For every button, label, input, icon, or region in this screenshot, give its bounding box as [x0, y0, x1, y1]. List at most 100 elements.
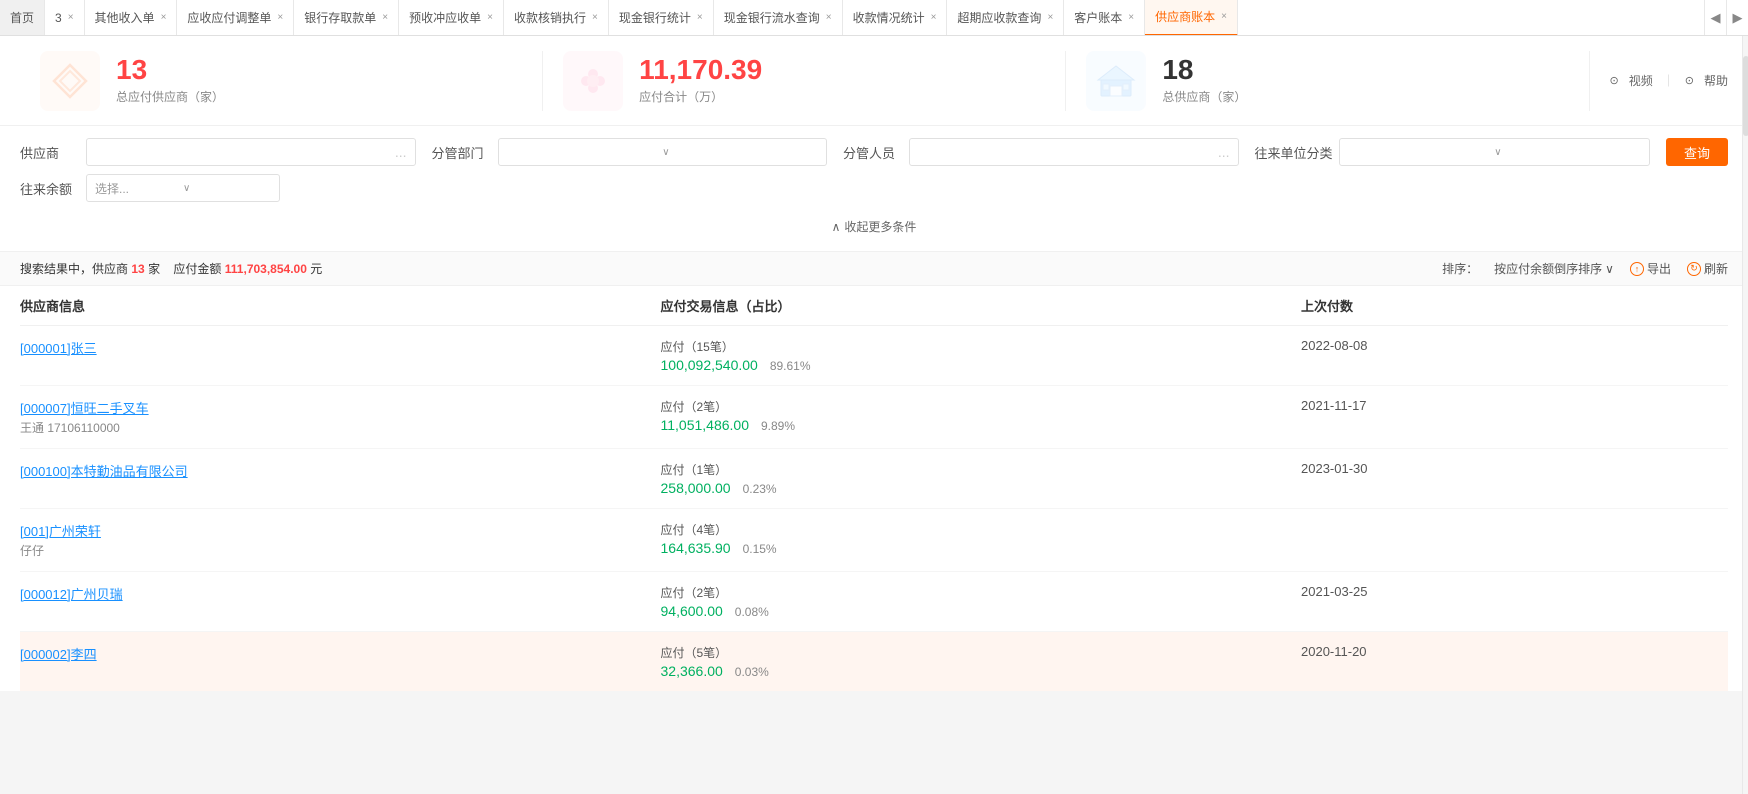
supplier-name-3[interactable]: [001]广州荣轩 — [20, 521, 661, 540]
nav-tab-bank-deposit[interactable]: 银行存取款单 × — [294, 0, 399, 36]
nav-tab-payable-adjust[interactable]: 应收应付调整单 × — [177, 0, 294, 36]
close-icon[interactable]: × — [592, 12, 598, 23]
trans-amount-5[interactable]: 32,366.00 — [661, 663, 723, 679]
trans-label-0: 应付（15笔） — [661, 338, 1302, 355]
stat-content-payable: 13 总应付供应商（家） — [116, 56, 224, 105]
help-label[interactable]: 帮助 — [1704, 72, 1728, 89]
nav-tab-cash-bank-stat[interactable]: 现金银行统计 × — [609, 0, 714, 36]
trans-amount-0[interactable]: 100,092,540.00 — [661, 357, 758, 373]
nav-tab-overdue-query[interactable]: 超期应收款查询 × — [947, 0, 1064, 36]
search-button[interactable]: 查询 — [1666, 138, 1728, 166]
col-header-lastpay: 上次付数 — [1301, 296, 1728, 315]
payable-total-label: 应付合计（万） — [639, 88, 762, 105]
last-pay-5: 2020-11-20 — [1301, 644, 1728, 659]
supplier-dots-icon[interactable]: ... — [395, 144, 407, 160]
close-icon[interactable]: × — [277, 12, 283, 23]
trans-amount-4[interactable]: 94,600.00 — [661, 603, 723, 619]
nav-tab-other-income[interactable]: 其他收入单 × — [85, 0, 178, 36]
close-icon[interactable]: × — [697, 12, 703, 23]
scrollbar-thumb[interactable] — [1743, 56, 1748, 136]
supplier-name-5[interactable]: [000002]李四 — [20, 644, 661, 663]
nav-tab-collect-exec[interactable]: 收款核销执行 × — [504, 0, 609, 36]
dept-label: 分管部门 — [432, 143, 492, 162]
person-dots-icon[interactable]: ... — [1218, 144, 1230, 160]
supplier-name-2[interactable]: [000100]本特勤油品有限公司 — [20, 461, 661, 480]
nav-arrow-left[interactable]: ◀ — [1704, 0, 1726, 36]
balance-arrow-icon: ∨ — [183, 183, 271, 194]
help-icon: ⊙ — [1685, 74, 1694, 87]
result-amount-unit: 元 — [310, 262, 322, 276]
last-pay-1: 2021-11-17 — [1301, 398, 1728, 413]
nav-arrow-right[interactable]: ▶ — [1726, 0, 1748, 36]
search-row-1: 供应商 ... 分管部门 ∨ 分管人员 ... 往来单位分类 ∨ — [20, 138, 1728, 166]
nav-tab-home[interactable]: 首页 — [0, 0, 45, 36]
result-amount: 111,703,854.00 — [225, 262, 307, 276]
result-count: 13 — [131, 262, 144, 276]
close-icon[interactable]: × — [1128, 12, 1134, 23]
person-input-wrap[interactable]: ... — [909, 138, 1239, 166]
close-icon[interactable]: × — [161, 12, 167, 23]
supplier-info-5: [000002]李四 — [20, 644, 661, 663]
category-select[interactable]: ∨ — [1339, 138, 1650, 166]
trans-label-5: 应付（5笔） — [661, 644, 1302, 661]
close-icon[interactable]: × — [1047, 12, 1053, 23]
supplier-input[interactable] — [95, 145, 395, 159]
stats-bar: 13 总应付供应商（家） 11,170.39 应付合计（万） — [0, 36, 1748, 126]
supplier-input-wrap[interactable]: ... — [86, 138, 416, 166]
collapse-button[interactable]: ∧ 收起更多条件 — [20, 214, 1728, 239]
supplier-name-1[interactable]: [000007]恒旺二手叉车 — [20, 398, 661, 417]
sort-arrow-icon: ∨ — [1605, 262, 1614, 276]
result-info: 搜索结果中，供应商 13 家 应付金额 111,703,854.00 元 — [20, 260, 322, 277]
close-icon[interactable]: × — [931, 12, 937, 23]
close-icon[interactable]: × — [68, 12, 74, 23]
supplier-info-2: [000100]本特勤油品有限公司 — [20, 461, 661, 480]
person-input[interactable] — [918, 145, 1218, 159]
video-label[interactable]: 视频 — [1629, 72, 1653, 89]
close-icon[interactable]: × — [487, 12, 493, 23]
search-row-2: 往来余额 选择... ∨ — [20, 174, 1728, 202]
search-field-category: 往来单位分类 ∨ — [1255, 138, 1651, 166]
collapse-label: 收起更多条件 — [844, 218, 916, 235]
stat-icon-flower — [563, 51, 623, 111]
close-icon[interactable]: × — [1221, 11, 1227, 22]
trans-amount-2[interactable]: 258,000.00 — [661, 480, 731, 496]
refresh-button[interactable]: ↻ 刷新 — [1687, 260, 1728, 277]
video-icon: ⊙ — [1610, 74, 1619, 87]
nav-tab-supplier-account[interactable]: 供应商账本 × — [1145, 0, 1238, 36]
balance-select[interactable]: 选择... ∨ — [86, 174, 280, 202]
table-row: [000100]本特勤油品有限公司 应付（1笔） 258,000.00 0.23… — [20, 449, 1728, 509]
category-label: 往来单位分类 — [1255, 143, 1333, 162]
search-area: 供应商 ... 分管部门 ∨ 分管人员 ... 往来单位分类 ∨ — [0, 126, 1748, 252]
refresh-icon: ↻ — [1687, 262, 1701, 276]
trans-label-2: 应付（1笔） — [661, 461, 1302, 478]
close-icon[interactable]: × — [826, 12, 832, 23]
refresh-label: 刷新 — [1704, 260, 1728, 277]
supplier-info-1: [000007]恒旺二手叉车 王通 17106110000 — [20, 398, 661, 436]
trans-percent-0: 89.61% — [770, 359, 811, 373]
export-button[interactable]: ↑ 导出 — [1630, 260, 1671, 277]
supplier-name-4[interactable]: [000012]广州贝瑞 — [20, 584, 661, 603]
total-suppliers-number: 18 — [1162, 56, 1246, 84]
trans-info-5: 应付（5笔） 32,366.00 0.03% — [661, 644, 1302, 679]
search-field-supplier: 供应商 ... — [20, 138, 416, 166]
nav-tab-cash-bank-flow[interactable]: 现金银行流水查询 × — [714, 0, 843, 36]
total-suppliers-label: 总供应商（家） — [1162, 88, 1246, 105]
trans-amount-3[interactable]: 164,635.90 — [661, 540, 731, 556]
close-icon[interactable]: × — [382, 12, 388, 23]
divider: ｜ — [1663, 72, 1675, 89]
nav-tab-3[interactable]: 3 × — [45, 0, 85, 36]
sort-select[interactable]: 按应付余额倒序排序 ∨ — [1494, 260, 1614, 277]
supplier-label: 供应商 — [20, 143, 80, 162]
stat-card-payable-suppliers: 13 总应付供应商（家） — [20, 51, 543, 111]
nav-tab-customer-account[interactable]: 客户账本 × — [1064, 0, 1145, 36]
scrollbar[interactable] — [1742, 36, 1748, 794]
trans-percent-1: 9.89% — [761, 419, 795, 433]
category-arrow-icon: ∨ — [1494, 147, 1641, 158]
stat-card-payable-total: 11,170.39 应付合计（万） — [543, 51, 1066, 111]
trans-label-3: 应付（4笔） — [661, 521, 1302, 538]
nav-tab-prepay-offset[interactable]: 预收冲应收单 × — [399, 0, 504, 36]
trans-amount-1[interactable]: 11,051,486.00 — [661, 417, 750, 433]
supplier-name-0[interactable]: [000001]张三 — [20, 338, 661, 357]
dept-select[interactable]: ∨ — [498, 138, 828, 166]
nav-tab-collect-stat[interactable]: 收款情况统计 × — [843, 0, 948, 36]
